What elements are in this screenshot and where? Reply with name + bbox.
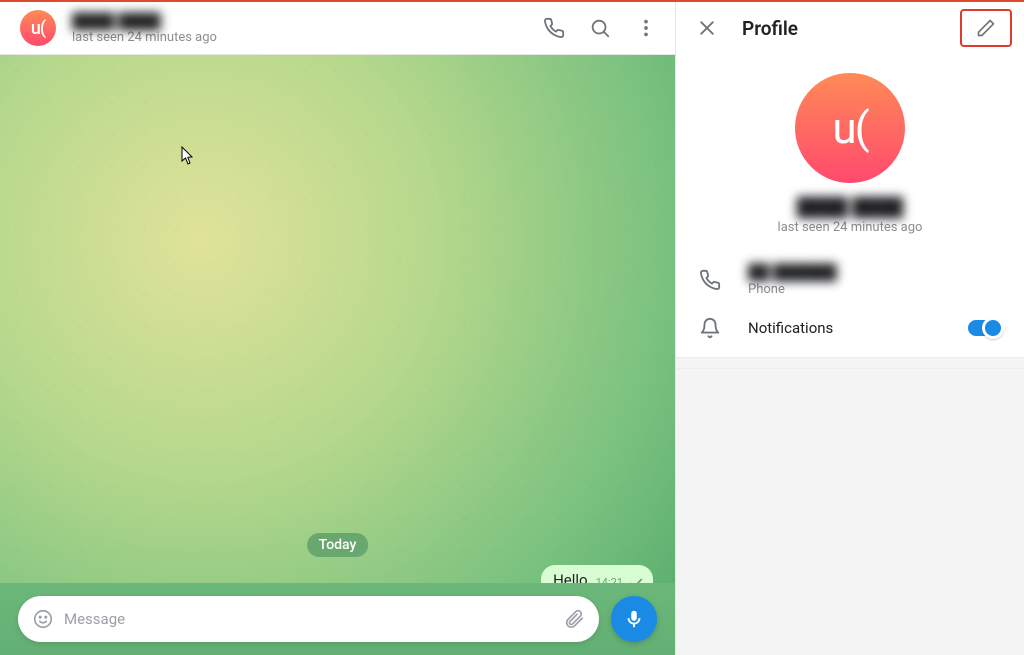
notifications-label: Notifications [748, 319, 942, 337]
chat-background: Today Hello 14:21 [0, 55, 675, 583]
more-vertical-icon [635, 17, 657, 39]
profile-avatar[interactable]: u( [795, 73, 905, 183]
edit-button[interactable] [976, 18, 996, 38]
contact-status: last seen 24 minutes ago [72, 30, 533, 45]
edit-highlight [960, 9, 1012, 47]
search-button[interactable] [579, 7, 621, 49]
close-icon [697, 18, 717, 38]
profile-phone-row[interactable]: ██ ██████ Phone [676, 253, 1024, 307]
notifications-toggle[interactable] [968, 320, 1002, 336]
profile-header: Profile [676, 2, 1024, 55]
contact-avatar[interactable]: u( [20, 10, 56, 46]
attach-icon[interactable] [563, 608, 585, 630]
microphone-icon [623, 608, 645, 630]
phone-icon [543, 17, 565, 39]
app-root: u( ████ ████ last seen 24 minutes ago [0, 0, 1024, 655]
profile-title: Profile [742, 17, 960, 40]
profile-name: ████ ████ [797, 197, 904, 218]
close-button[interactable] [688, 9, 726, 47]
header-actions [533, 7, 667, 49]
phone-value: ██ ██████ [748, 263, 1002, 281]
chat-header: u( ████ ████ last seen 24 minutes ago [0, 2, 675, 55]
profile-empty-area [676, 369, 1024, 655]
phone-icon [698, 269, 722, 291]
message-time: 14:21 [596, 576, 623, 583]
contact-name: ████ ████ [72, 12, 533, 30]
profile-info-list: ██ ██████ Phone Notifications [676, 253, 1024, 349]
profile-pane: Profile u( ████ ████ last seen 24 minute… [676, 2, 1024, 655]
voice-button[interactable] [611, 596, 657, 642]
pencil-icon [976, 18, 996, 38]
profile-notifications-row[interactable]: Notifications [676, 307, 1024, 349]
profile-avatar-initials: u( [832, 102, 867, 154]
composer [0, 583, 675, 655]
call-button[interactable] [533, 7, 575, 49]
emoji-icon[interactable] [32, 608, 54, 630]
section-separator [676, 357, 1024, 369]
bell-icon [698, 317, 722, 339]
chat-title-block[interactable]: ████ ████ last seen 24 minutes ago [72, 12, 533, 45]
chat-pane: u( ████ ████ last seen 24 minutes ago [0, 2, 676, 655]
message-input[interactable] [64, 610, 553, 628]
mouse-cursor-icon [181, 146, 195, 166]
message-input-pill[interactable] [18, 596, 599, 642]
profile-status: last seen 24 minutes ago [778, 220, 923, 235]
date-divider: Today [307, 533, 369, 557]
message-outgoing[interactable]: Hello 14:21 [541, 565, 653, 583]
phone-label: Phone [748, 282, 1002, 297]
search-icon [589, 17, 611, 39]
avatar-initials: u( [31, 18, 45, 39]
message-text: Hello [553, 571, 588, 583]
more-button[interactable] [625, 7, 667, 49]
profile-body: u( ████ ████ last seen 24 minutes ago [676, 55, 1024, 235]
